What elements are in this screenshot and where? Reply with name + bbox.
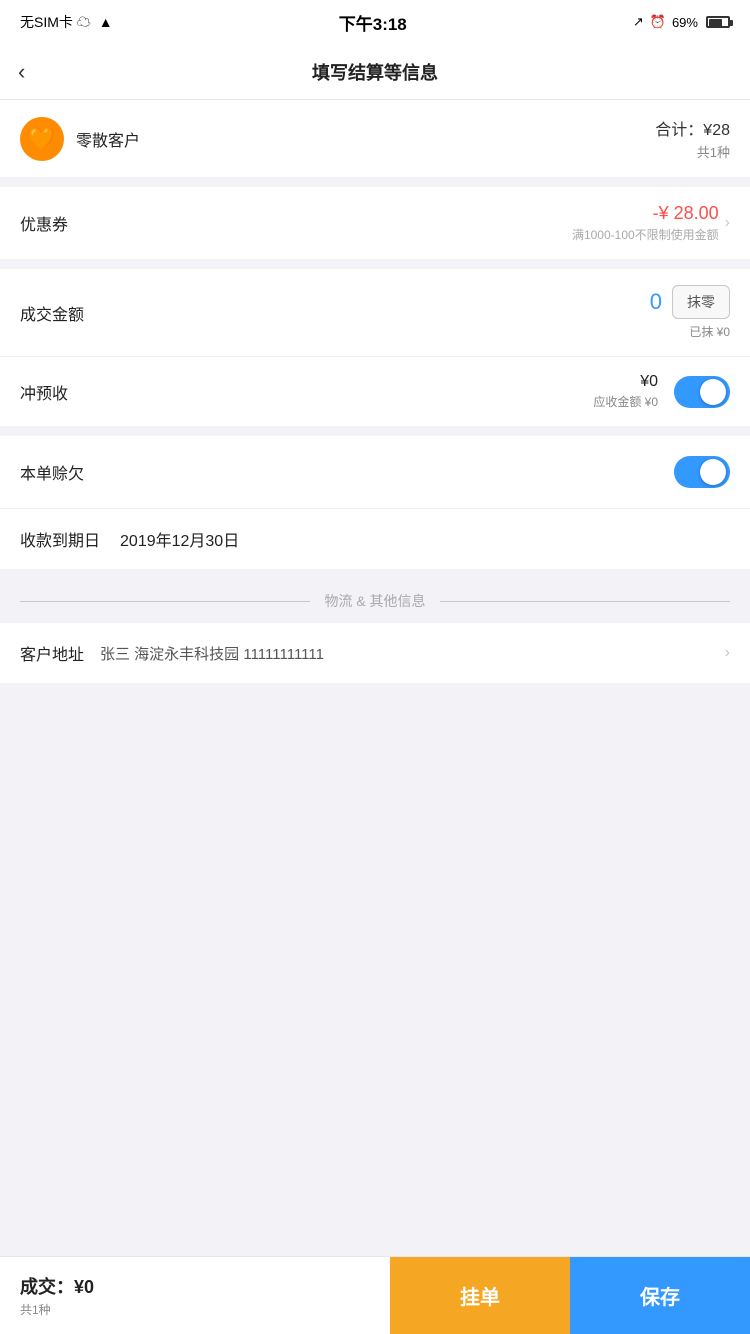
location-icon: ↗ xyxy=(633,14,644,30)
due-date-row: 收款到期日 2019年12月30日 xyxy=(0,508,750,569)
chevron-right-icon: › xyxy=(725,214,730,232)
address-value: 张三 海淀永丰科技园 11111111111 xyxy=(100,643,715,664)
transaction-amount[interactable]: 0 xyxy=(632,289,662,315)
transaction-right: 0 抹零 已抹 ¥0 xyxy=(632,285,730,340)
bottom-bar: 成交：¥0 共1种 挂单 保存 xyxy=(0,1256,750,1334)
customer-total: 合计：¥28 共1种 xyxy=(655,116,730,161)
amount-row-right: 0 抹零 xyxy=(632,285,730,319)
avatar-icon: 🧡 xyxy=(28,126,55,152)
coupon-right: -¥ 28.00 满1000-100不限制使用金额 › xyxy=(572,203,730,243)
debt-label: 本单赊欠 xyxy=(20,460,84,484)
debt-toggle-knob xyxy=(700,459,726,485)
coupon-desc: 满1000-100不限制使用金额 xyxy=(572,226,719,243)
transaction-label: 成交金额 xyxy=(20,301,90,325)
content: 🧡 零散客户 合计：¥28 共1种 优惠券 -¥ 28.00 满1000-100… xyxy=(0,100,750,773)
address-section[interactable]: 客户地址 张三 海淀永丰科技园 11111111111 › xyxy=(0,623,750,683)
wifi-icon: ▲ xyxy=(99,14,113,30)
precollect-amounts: ¥0 应收金额 ¥0 xyxy=(593,373,658,410)
logistics-title: 物流 & 其他信息 xyxy=(324,591,425,611)
due-date-label: 收款到期日 xyxy=(20,527,100,551)
back-button[interactable]: ‹ xyxy=(18,59,25,85)
chevron-right-address-icon: › xyxy=(725,644,730,662)
round-button[interactable]: 抹零 xyxy=(672,285,730,319)
debt-row: 本单赊欠 xyxy=(0,436,750,508)
status-right: ↗ ⏰ 69% xyxy=(633,14,730,30)
avatar: 🧡 xyxy=(20,117,64,161)
receivable-text: 应收金额 ¥0 xyxy=(593,393,658,410)
address-chevron: › xyxy=(725,644,730,662)
bottom-deal-label: 成交： xyxy=(20,1277,74,1297)
bottom-info: 成交：¥0 共1种 xyxy=(0,1273,390,1318)
battery-icon xyxy=(706,16,730,28)
customer-section: 🧡 零散客户 合计：¥28 共1种 xyxy=(0,100,750,177)
logistics-header: 物流 & 其他信息 xyxy=(0,579,750,623)
precollect-toggle[interactable] xyxy=(674,376,730,408)
battery-percent: 69% xyxy=(672,15,698,30)
precollect-row: 冲预收 ¥0 应收金额 ¥0 xyxy=(0,357,750,426)
bottom-deal-row: 成交：¥0 xyxy=(20,1273,370,1299)
coupon-section[interactable]: 优惠券 -¥ 28.00 满1000-100不限制使用金额 › xyxy=(0,187,750,259)
debt-toggle[interactable] xyxy=(674,456,730,488)
coupon-row[interactable]: 优惠券 -¥ 28.00 满1000-100不限制使用金额 › xyxy=(0,187,750,259)
already-rounded-text: 已抹 ¥0 xyxy=(689,323,730,340)
amounts-section: 成交金额 0 抹零 已抹 ¥0 冲预收 ¥0 应收金额 ¥0 xyxy=(0,269,750,426)
customer-name: 零散客户 xyxy=(76,127,140,151)
due-date-value: 2019年12月30日 xyxy=(120,527,239,551)
coupon-discount: -¥ 28.00 xyxy=(572,203,719,224)
precollect-right: ¥0 应收金额 ¥0 xyxy=(593,373,730,410)
divider-right xyxy=(440,601,730,602)
divider-left xyxy=(20,601,310,602)
address-row[interactable]: 客户地址 张三 海淀永丰科技园 11111111111 › xyxy=(0,623,750,683)
total-amount: 合计：¥28 xyxy=(655,116,730,140)
bottom-count: 共1种 xyxy=(20,1301,370,1318)
transaction-row: 成交金额 0 抹零 已抹 ¥0 xyxy=(0,269,750,357)
save-button[interactable]: 保存 xyxy=(570,1257,750,1334)
pending-button[interactable]: 挂单 xyxy=(390,1257,570,1334)
bottom-deal-amount: ¥0 xyxy=(74,1277,94,1297)
customer-row: 🧡 零散客户 合计：¥28 共1种 xyxy=(0,100,750,177)
customer-left: 🧡 零散客户 xyxy=(20,117,140,161)
address-label: 客户地址 xyxy=(20,641,90,665)
coupon-label: 优惠券 xyxy=(20,211,68,235)
precollect-label: 冲预收 xyxy=(20,380,90,404)
status-bar: 无SIM卡 ☁ ▲ 下午3:18 ↗ ⏰ 69% xyxy=(0,0,750,44)
status-time: 下午3:18 xyxy=(339,10,407,35)
total-count: 共1种 xyxy=(655,142,730,161)
alarm-icon: ⏰ xyxy=(650,14,666,30)
page-title: 填写结算等信息 xyxy=(312,59,438,85)
no-sim-text: 无SIM卡 ☁ xyxy=(20,12,91,32)
precollect-amount: ¥0 xyxy=(593,373,658,391)
toggle-knob xyxy=(700,379,726,405)
coupon-info: -¥ 28.00 满1000-100不限制使用金额 xyxy=(572,203,719,243)
debt-section: 本单赊欠 收款到期日 2019年12月30日 xyxy=(0,436,750,569)
nav-bar: ‹ 填写结算等信息 xyxy=(0,44,750,100)
status-left: 无SIM卡 ☁ ▲ xyxy=(20,12,113,32)
